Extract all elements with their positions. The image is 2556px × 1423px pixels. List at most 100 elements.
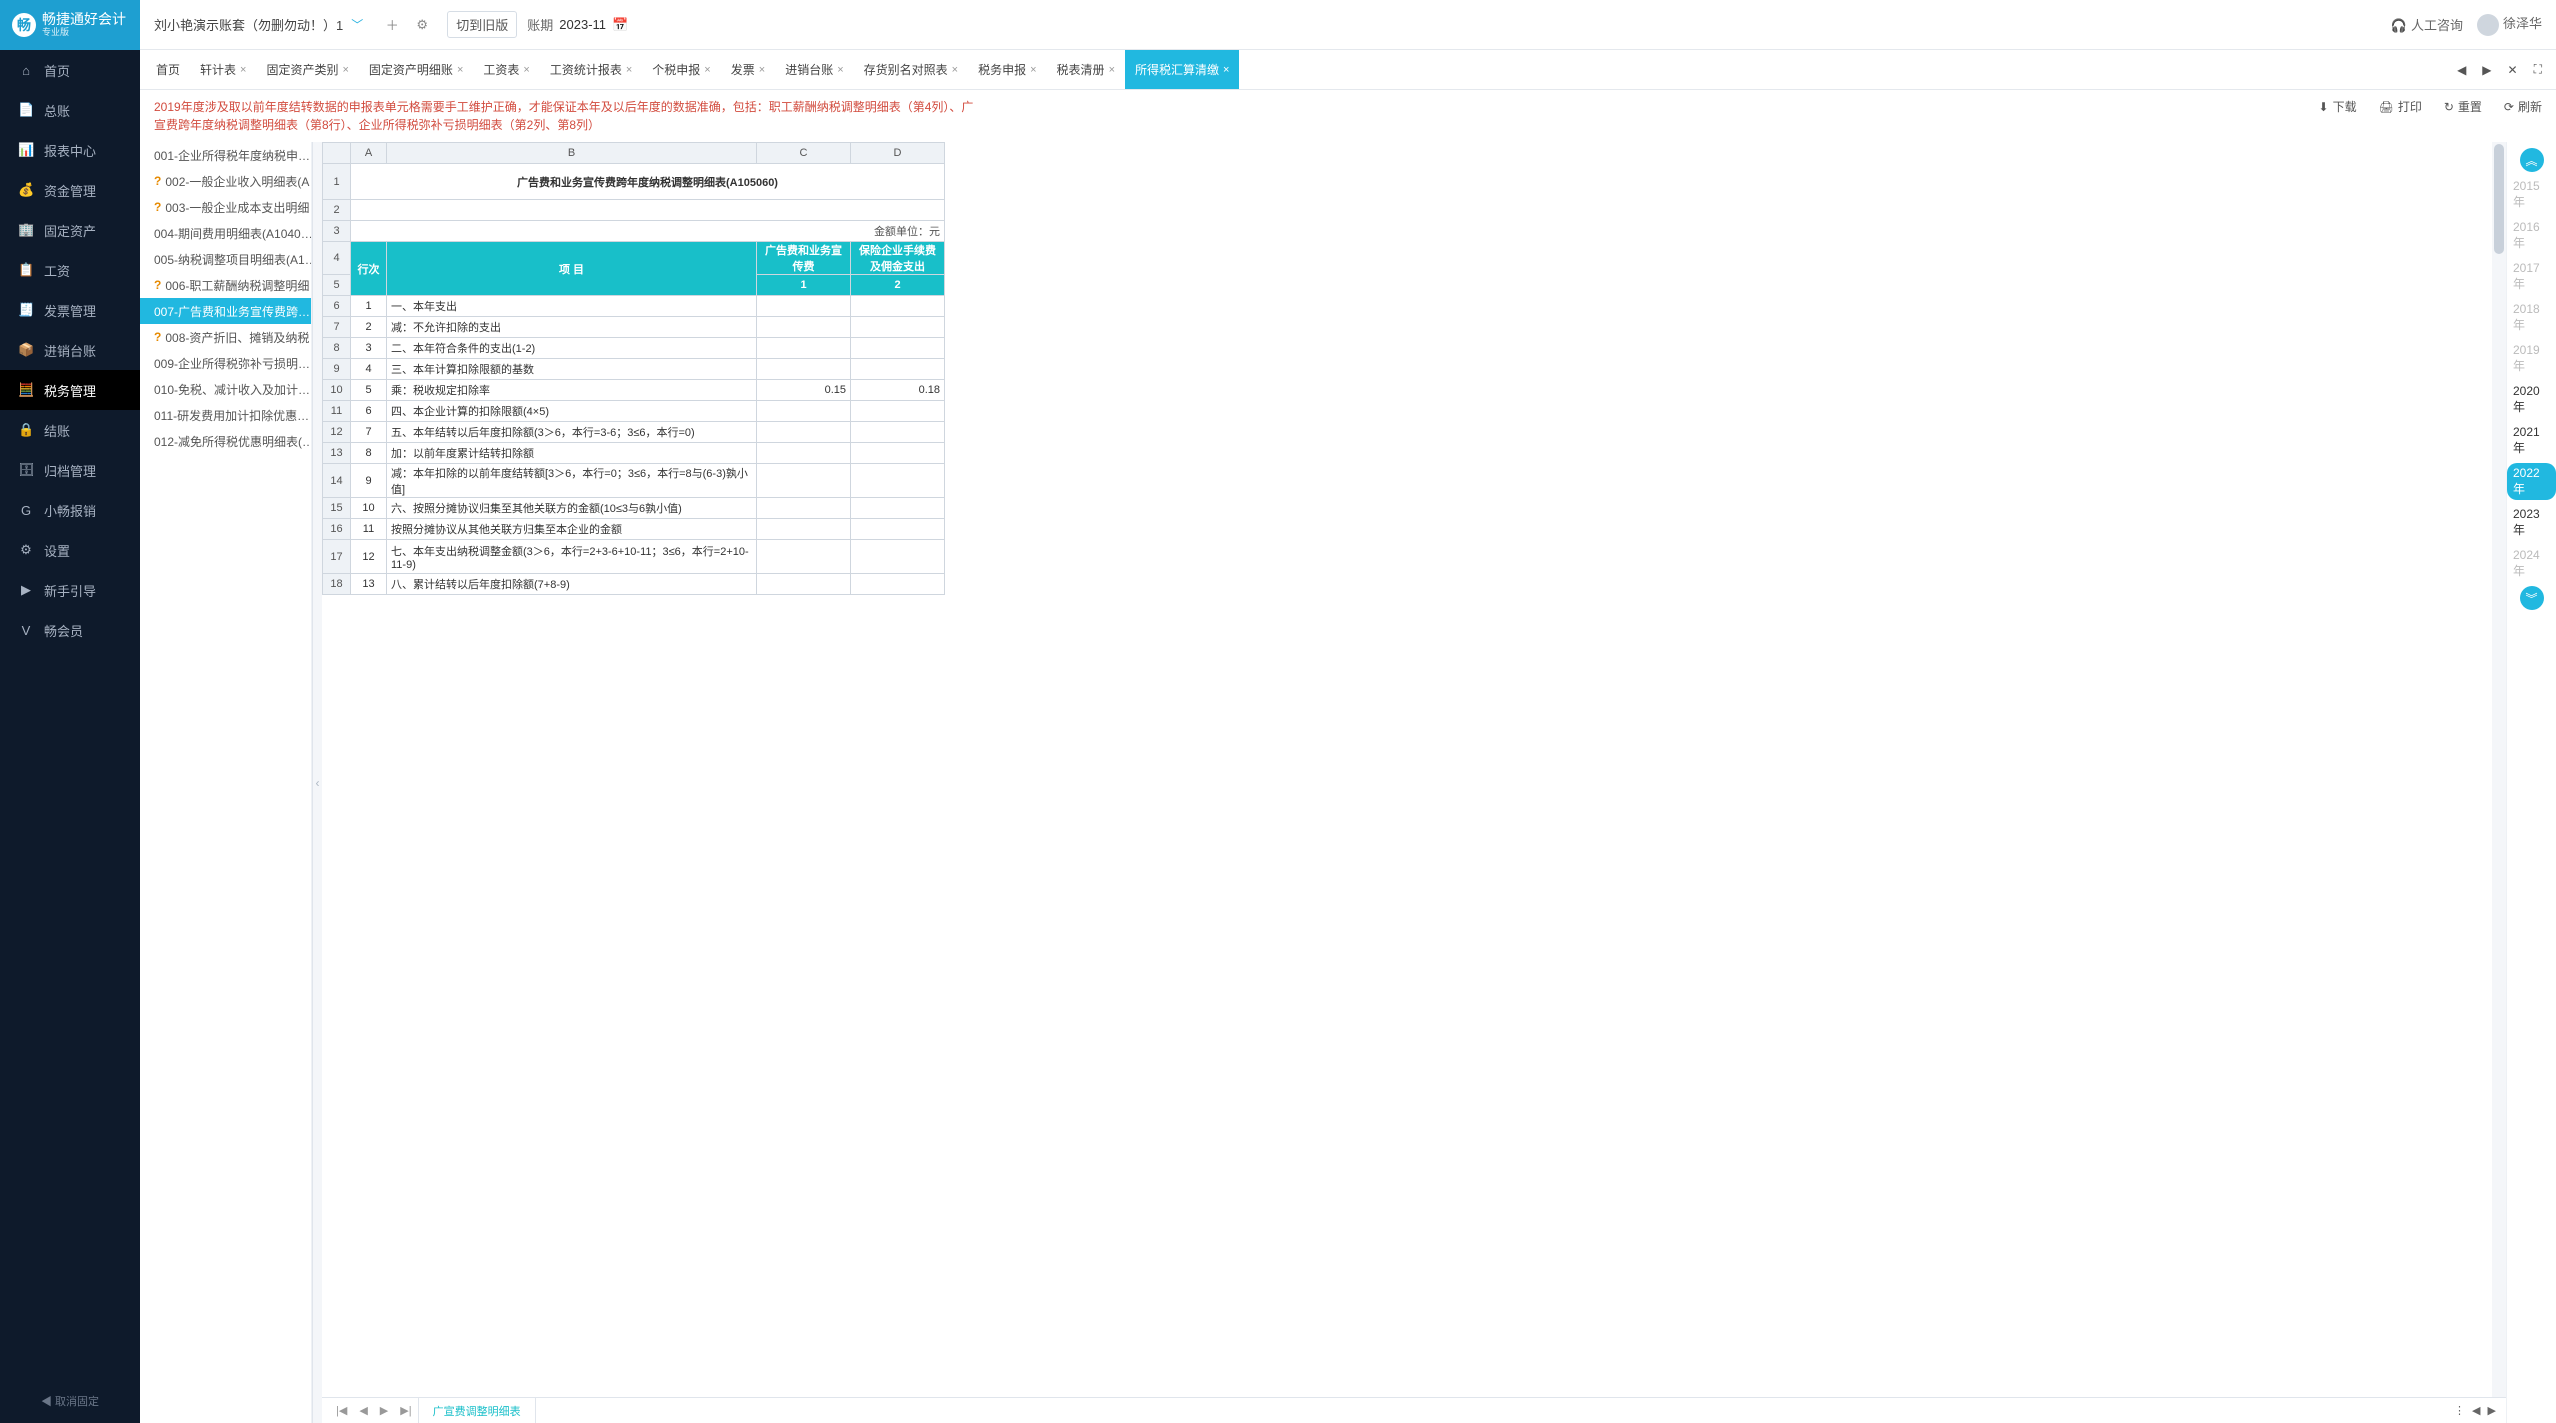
tab-close-icon[interactable]: × [626, 64, 632, 76]
year-option[interactable]: 2023年 [2507, 504, 2556, 541]
tab-2[interactable]: 固定资产类别× [256, 50, 358, 89]
sheet-first-icon[interactable]: |◀ [330, 1404, 353, 1417]
cell-v2[interactable] [851, 574, 945, 595]
list-item[interactable]: ?008-资产折旧、摊销及纳税… [140, 324, 311, 350]
tab-close-icon[interactable]: × [1030, 64, 1036, 76]
row-header[interactable]: 15 [323, 498, 351, 519]
tab-close-icon[interactable]: × [1109, 64, 1115, 76]
tab-close-icon[interactable]: × [240, 64, 246, 76]
panel-grip[interactable]: ‹ [312, 142, 322, 1423]
row-header[interactable]: 8 [323, 338, 351, 359]
cell-v2[interactable] [851, 296, 945, 317]
sidebar-item-6[interactable]: 🧾发票管理 [0, 290, 140, 330]
cell-rn[interactable]: 4 [351, 359, 387, 380]
cell-rn[interactable]: 7 [351, 422, 387, 443]
cell-item[interactable]: 四、本企业计算的扣除限额(4×5) [387, 401, 757, 422]
tab-close-icon[interactable]: × [759, 64, 765, 76]
reset-button[interactable]: ↻ 重置 [2444, 98, 2482, 115]
sidebar-item-2[interactable]: 📊报表中心 [0, 130, 140, 170]
list-item[interactable]: ?006-职工薪酬纳税调整明细… [140, 272, 311, 298]
cell-v2[interactable] [851, 498, 945, 519]
sheet-tab[interactable]: 广宣费调整明细表 [418, 1398, 536, 1423]
cell-v1[interactable] [757, 338, 851, 359]
row-header[interactable]: 1 [323, 164, 351, 200]
cell-v1[interactable] [757, 464, 851, 498]
row-header[interactable]: 16 [323, 519, 351, 540]
cell-item[interactable]: 减：不允许扣除的支出 [387, 317, 757, 338]
sheet-next-icon[interactable]: ▶ [374, 1404, 394, 1417]
row-header[interactable]: 12 [323, 422, 351, 443]
period-value[interactable]: 2023-11 [559, 17, 606, 32]
tabs-prev-icon[interactable]: ◀ [2453, 61, 2470, 79]
row-header[interactable]: 11 [323, 401, 351, 422]
cell-v2[interactable]: 0.18 [851, 380, 945, 401]
sidebar-item-7[interactable]: 📦进销台账 [0, 330, 140, 370]
row-header[interactable]: 4 [323, 242, 351, 275]
tab-1[interactable]: 轩计表× [190, 50, 256, 89]
row-header[interactable]: 17 [323, 540, 351, 574]
tab-9[interactable]: 存货别名对照表× [854, 50, 968, 89]
account-selector[interactable]: 刘小艳演示账套（勿删勿动！）1 [154, 15, 343, 34]
user-menu[interactable]: 徐泽华 [2477, 13, 2542, 36]
list-item[interactable]: ?003-一般企业成本支出明细… [140, 194, 311, 220]
sidebar-item-0[interactable]: ⌂首页 [0, 50, 140, 90]
cell-v1[interactable] [757, 519, 851, 540]
year-up-icon[interactable]: ︽ [2520, 148, 2544, 172]
row-header[interactable]: 13 [323, 443, 351, 464]
list-item[interactable]: 007-广告费和业务宣传费跨… [140, 298, 311, 324]
row-header[interactable]: 7 [323, 317, 351, 338]
vertical-scrollbar[interactable] [2492, 142, 2506, 1397]
cell-v2[interactable] [851, 401, 945, 422]
calendar-icon[interactable]: 📅 [612, 17, 628, 33]
cell-v1[interactable] [757, 317, 851, 338]
row-header[interactable]: 3 [323, 221, 351, 242]
tab-close-icon[interactable]: × [952, 64, 958, 76]
list-item[interactable]: 012-减免所得税优惠明细表(… [140, 428, 311, 454]
sidebar-item-10[interactable]: 🗄归档管理 [0, 450, 140, 490]
cell-rn[interactable]: 5 [351, 380, 387, 401]
year-option[interactable]: 2020年 [2507, 381, 2556, 418]
row-header[interactable]: 18 [323, 574, 351, 595]
tab-10[interactable]: 税务申报× [968, 50, 1046, 89]
tab-3[interactable]: 固定资产明细账× [359, 50, 473, 89]
sidebar-item-4[interactable]: 🏢固定资产 [0, 210, 140, 250]
cell-v2[interactable] [851, 359, 945, 380]
tab-8[interactable]: 进销台账× [775, 50, 853, 89]
list-item[interactable]: ?002-一般企业收入明细表(A… [140, 168, 311, 194]
cell-rn[interactable]: 1 [351, 296, 387, 317]
row-header[interactable]: 14 [323, 464, 351, 498]
row-header[interactable]: 5 [323, 275, 351, 296]
sidebar-item-9[interactable]: 🔒结账 [0, 410, 140, 450]
col-header[interactable]: B [387, 143, 757, 164]
cell-rn[interactable]: 9 [351, 464, 387, 498]
list-item[interactable]: 001-企业所得税年度纳税申… [140, 142, 311, 168]
cell-item[interactable]: 八、累计结转以后年度扣除额(7+8-9) [387, 574, 757, 595]
row-header[interactable]: 6 [323, 296, 351, 317]
sidebar-item-12[interactable]: ⚙设置 [0, 530, 140, 570]
cell-v2[interactable] [851, 317, 945, 338]
tab-7[interactable]: 发票× [721, 50, 775, 89]
sidebar-item-14[interactable]: V畅会员 [0, 610, 140, 650]
list-item[interactable]: 010-免税、减计收入及加计… [140, 376, 311, 402]
cell-v2[interactable] [851, 540, 945, 574]
tab-close-icon[interactable]: × [704, 64, 710, 76]
cell-rn[interactable]: 3 [351, 338, 387, 359]
sheet-prev-icon[interactable]: ◀ [353, 1404, 373, 1417]
tab-12[interactable]: 所得税汇算清缴× [1125, 50, 1239, 89]
list-item[interactable]: 005-纳税调整项目明细表(A1… [140, 246, 311, 272]
tab-5[interactable]: 工资统计报表× [540, 50, 642, 89]
cell-v1[interactable] [757, 540, 851, 574]
row-header[interactable]: 10 [323, 380, 351, 401]
cell-v1[interactable] [757, 498, 851, 519]
cell-v2[interactable] [851, 519, 945, 540]
cell-item[interactable]: 七、本年支出纳税调整金额(3＞6，本行=2+3-6+10-11；3≤6，本行=2… [387, 540, 757, 574]
cell-item[interactable]: 乘：税收规定扣除率 [387, 380, 757, 401]
cell-rn[interactable]: 12 [351, 540, 387, 574]
consult-link[interactable]: 人工咨询 [2391, 15, 2463, 34]
cell-rn[interactable]: 13 [351, 574, 387, 595]
tabs-next-icon[interactable]: ▶ [2478, 61, 2495, 79]
cell-v2[interactable] [851, 464, 945, 498]
add-icon[interactable]: ＋ [381, 14, 403, 36]
row-header[interactable]: 9 [323, 359, 351, 380]
cell-item[interactable]: 三、本年计算扣除限额的基数 [387, 359, 757, 380]
